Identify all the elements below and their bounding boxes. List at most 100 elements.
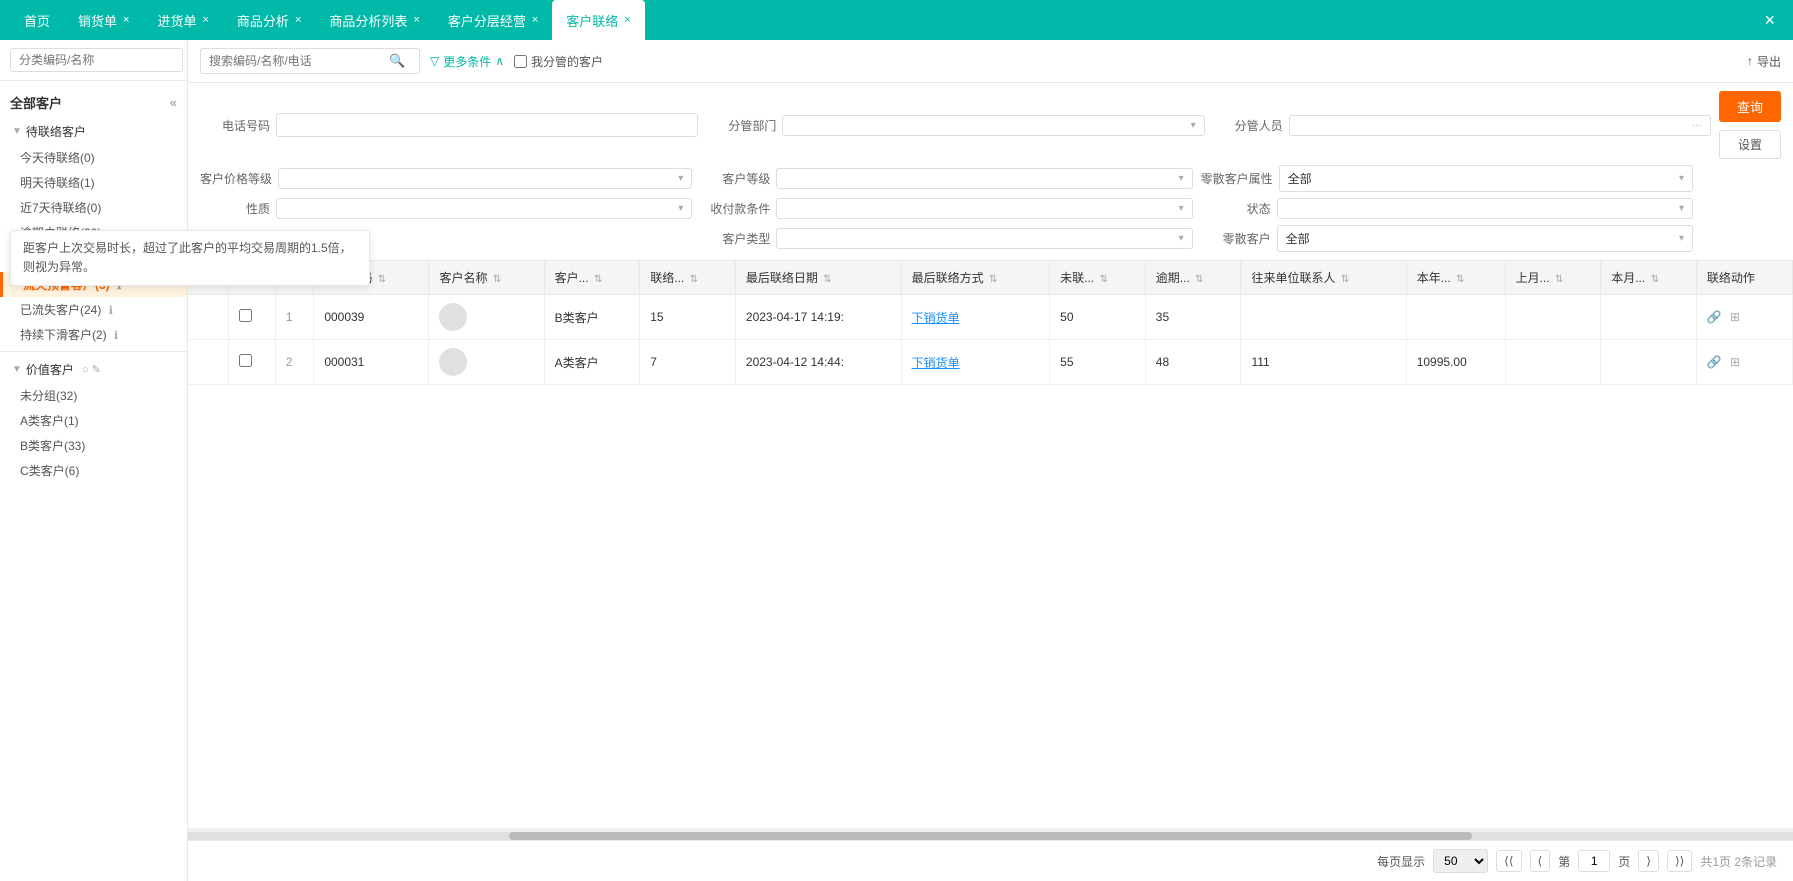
my-customer-filter[interactable]: 我分管的客户 — [514, 53, 603, 70]
row2-checkbox[interactable] — [239, 354, 252, 367]
sidebar-item-tomorrow[interactable]: 明天待联络(1) — [0, 170, 187, 195]
gender-select[interactable]: ▾ — [276, 198, 692, 219]
sidebar-item-today[interactable]: 今天待联络(0) — [0, 145, 187, 170]
sidebar-collapse-icon[interactable]: « — [170, 95, 177, 110]
tm-sort-icon[interactable]: ⇅ — [1651, 274, 1659, 285]
name-sort-icon[interactable]: ⇅ — [493, 274, 501, 285]
table-row: 1 000039 B类客户 15 2023-04-17 14:19: 下销货单 … — [188, 295, 1793, 340]
th-this-month[interactable]: 本月... ⇅ — [1601, 261, 1697, 295]
th-uncontact[interactable]: 未联... ⇅ — [1050, 261, 1146, 295]
ctype-sort-icon[interactable]: ⇅ — [594, 274, 602, 285]
table-header-row: ⚙ # 客户编码 ⇅ 客户名称 ⇅ — [188, 261, 1793, 295]
customer-level-select[interactable]: ▾ — [776, 168, 1192, 189]
contacts-sort-icon[interactable]: ⇅ — [1341, 274, 1349, 285]
th-last-contact-date[interactable]: 最后联络日期 ⇅ — [735, 261, 901, 295]
nav-product-analysis-close[interactable]: × — [295, 14, 301, 26]
nav-product-analysis[interactable]: 商品分析 × — [223, 0, 315, 40]
nav-home[interactable]: 首页 — [10, 0, 64, 40]
code-sort-icon[interactable]: ⇅ — [378, 274, 386, 285]
nav-customer-contact[interactable]: 客户联络 × — [552, 0, 644, 40]
nav-purchase-order-close[interactable]: × — [202, 14, 208, 26]
sidebar-item-7days[interactable]: 近7天待联络(0) — [0, 195, 187, 220]
contact-sort-icon[interactable]: ⇅ — [690, 274, 698, 285]
price-level-select[interactable]: ▾ — [278, 168, 692, 189]
retail-customer-select[interactable]: 全部 ▾ — [1277, 225, 1693, 252]
sidebar-item-ungrouped[interactable]: 未分组(32) — [0, 383, 187, 408]
window-close-btn[interactable]: × — [1756, 10, 1783, 31]
td-last-method-2[interactable]: 下销货单 — [901, 340, 1050, 385]
td-this-year-2: 10995.00 — [1406, 340, 1505, 385]
nav-customer-segmentation-close[interactable]: × — [532, 14, 538, 26]
sidebar-group-value[interactable]: ▼ 价值客户 ○ ✎ — [0, 356, 187, 383]
ty-sort-icon[interactable]: ⇅ — [1456, 274, 1464, 285]
person-select[interactable]: ··· — [1289, 115, 1711, 136]
dept-select[interactable]: ▾ — [782, 115, 1204, 136]
nav-product-analysis-list-close[interactable]: × — [413, 14, 419, 26]
action-menu-icon-2[interactable]: ⊞ — [1730, 355, 1740, 369]
td-checkbox-1[interactable] — [228, 295, 275, 340]
my-customer-checkbox[interactable] — [514, 55, 527, 68]
sidebar-all-customers[interactable]: 全部客户 « — [0, 87, 187, 118]
th-customer-type[interactable]: 客户... ⇅ — [544, 261, 640, 295]
th-this-year[interactable]: 本年... ⇅ — [1406, 261, 1505, 295]
th-overdue[interactable]: 逾期... ⇅ — [1145, 261, 1241, 295]
page-suffix-label: 页 — [1618, 853, 1630, 870]
th-contact-count[interactable]: 联络... ⇅ — [640, 261, 736, 295]
td-name-1 — [429, 295, 544, 340]
td-contacts-1 — [1241, 295, 1406, 340]
sidebar-item-class-a[interactable]: A类客户(1) — [0, 408, 187, 433]
page-number-input[interactable] — [1578, 850, 1610, 872]
td-checkbox-2[interactable] — [228, 340, 275, 385]
th-last-month[interactable]: 上月... ⇅ — [1505, 261, 1601, 295]
uncontact-sort-icon[interactable]: ⇅ — [1100, 274, 1108, 285]
page-size-select[interactable]: 50 100 200 — [1433, 849, 1488, 873]
more-filter-btn[interactable]: ▽ 更多条件 ∧ — [430, 53, 504, 70]
sidebar-item-class-b[interactable]: B类客户(33) — [0, 433, 187, 458]
last-method-link-2[interactable]: 下销货单 — [912, 356, 960, 370]
export-btn[interactable]: ↑ 导出 — [1747, 53, 1781, 70]
nav-sales-order-close[interactable]: × — [123, 14, 129, 26]
th-contacts[interactable]: 往来单位联系人 ⇅ — [1241, 261, 1406, 295]
last-page-btn[interactable]: ⟩⟩ — [1667, 850, 1692, 872]
keyword-search-icon[interactable]: 🔍 — [389, 53, 405, 69]
action-link-icon-2[interactable]: 🔗 — [1707, 355, 1722, 369]
keyword-search-input[interactable] — [209, 54, 389, 68]
phone-input[interactable] — [276, 113, 698, 137]
sidebar-item-lost[interactable]: 已流失客户(24) ℹ — [0, 297, 187, 322]
sidebar-item-class-c[interactable]: C类客户(6) — [0, 458, 187, 483]
td-last-method-1[interactable]: 下销货单 — [901, 295, 1050, 340]
prev-page-btn[interactable]: ⟨ — [1530, 850, 1551, 872]
lcm-sort-icon[interactable]: ⇅ — [989, 274, 997, 285]
sidebar-item-declining[interactable]: 持续下滑客户(2) ℹ — [0, 322, 187, 347]
nav-product-analysis-list[interactable]: 商品分析列表 × — [315, 0, 433, 40]
status-select[interactable]: ▾ — [1277, 198, 1693, 219]
row1-checkbox[interactable] — [239, 309, 252, 322]
nav-customer-contact-close[interactable]: × — [624, 14, 630, 26]
sidebar-search-input[interactable] — [10, 48, 183, 72]
nav-sales-order[interactable]: 销货单 × — [64, 0, 143, 40]
nav-customer-segmentation[interactable]: 客户分层经营 × — [434, 0, 552, 40]
lm-sort-icon[interactable]: ⇅ — [1555, 274, 1563, 285]
query-btn[interactable]: 查询 — [1719, 91, 1781, 122]
page-size-label: 每页显示 — [1377, 853, 1425, 870]
last-method-link-1[interactable]: 下销货单 — [912, 311, 960, 325]
overdue-sort-icon[interactable]: ⇅ — [1195, 274, 1203, 285]
retail-attr-select[interactable]: 全部 ▾ — [1279, 165, 1693, 192]
nav-purchase-order[interactable]: 进货单 × — [143, 0, 222, 40]
setting-btn[interactable]: 设置 — [1719, 130, 1781, 159]
th-last-contact-method[interactable]: 最后联络方式 ⇅ — [901, 261, 1050, 295]
value-group-edit-icon[interactable]: ○ ✎ — [82, 363, 101, 376]
action-link-icon-1[interactable]: 🔗 — [1707, 310, 1722, 324]
lcd-sort-icon[interactable]: ⇅ — [823, 274, 831, 285]
customer-type-select[interactable]: ▾ — [776, 228, 1192, 249]
horizontal-scrollbar[interactable] — [188, 828, 1793, 840]
first-page-btn[interactable]: ⟨⟨ — [1496, 850, 1521, 872]
filter-row-4: ··· 客户类型 ▾ 零散客户 全部 ▾ — [200, 225, 1781, 252]
filter-retail-customer: 零散客户 全部 ▾ — [1201, 225, 1693, 252]
next-page-btn[interactable]: ⟩ — [1638, 850, 1659, 872]
action-menu-icon-1[interactable]: ⊞ — [1730, 310, 1740, 324]
payment-select[interactable]: ▾ — [776, 198, 1192, 219]
th-name[interactable]: 客户名称 ⇅ — [429, 261, 544, 295]
sidebar-group-pending[interactable]: ▼ 待联络客户 — [0, 118, 187, 145]
more-filter-arrow: ∧ — [495, 54, 504, 68]
